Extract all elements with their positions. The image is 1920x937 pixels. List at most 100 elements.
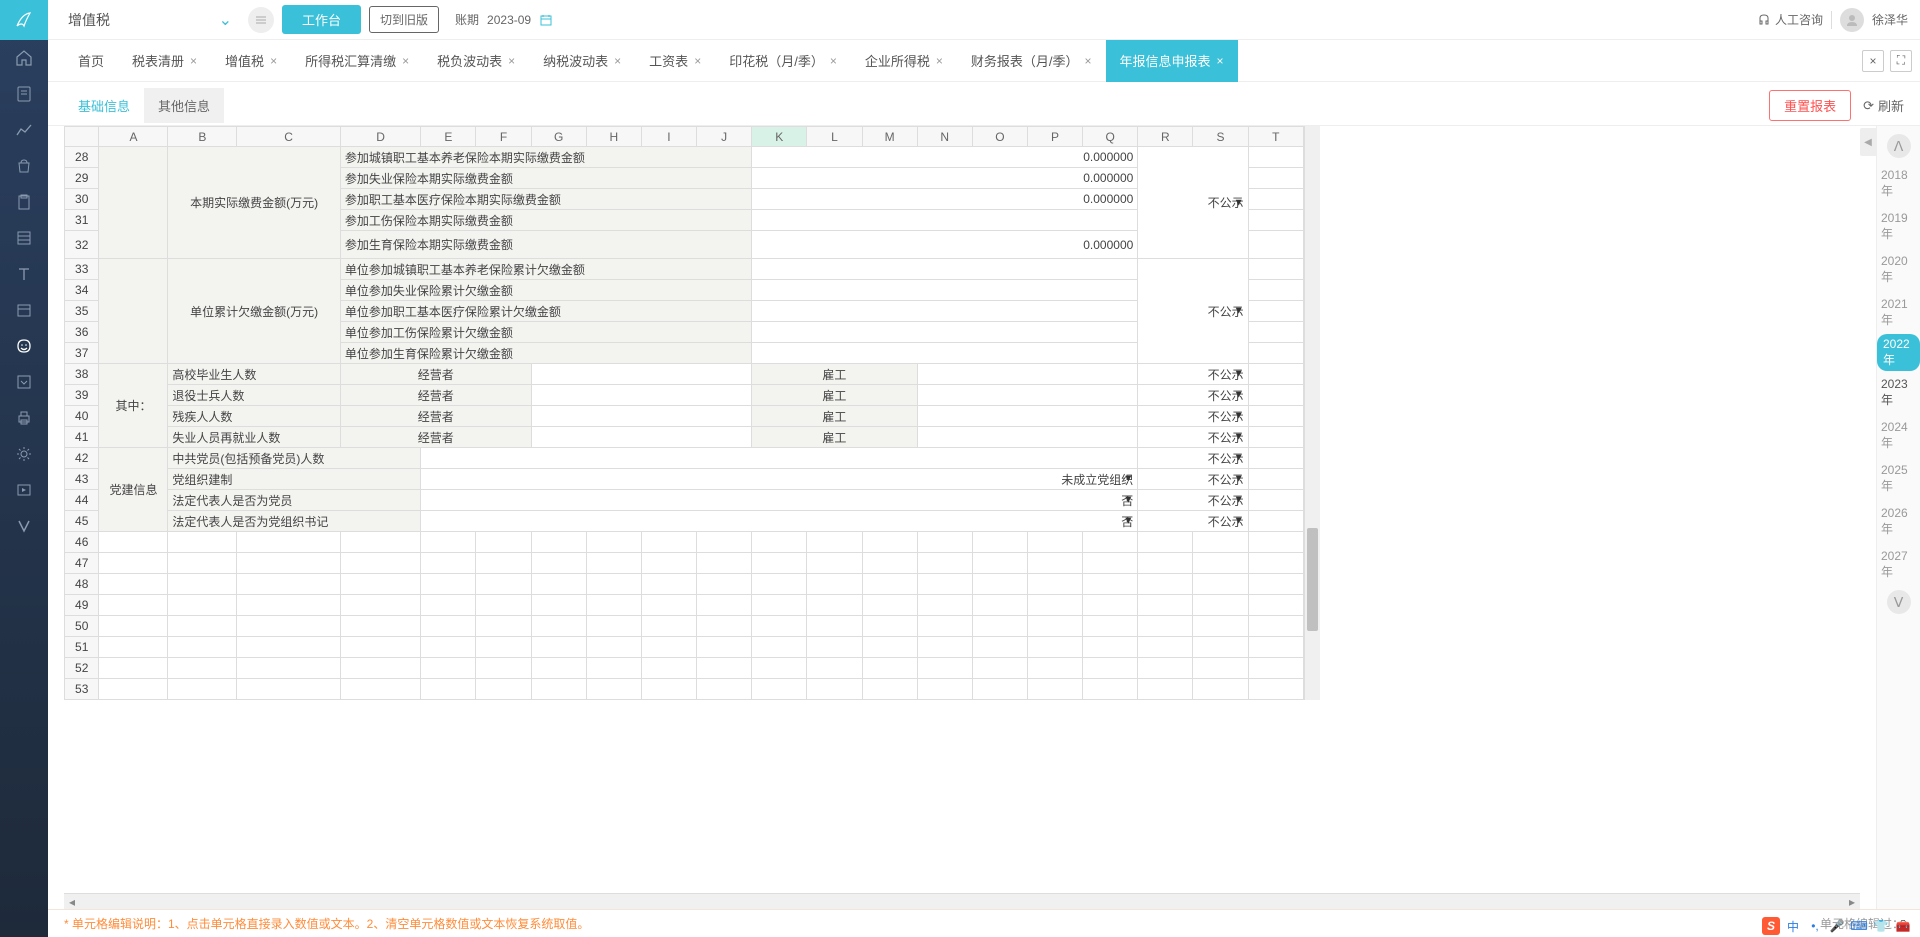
nav-video-icon[interactable] (0, 472, 48, 508)
cell[interactable]: 单位参加生育保险累计欠缴金额 (340, 343, 751, 364)
cell[interactable]: 高校毕业生人数 (168, 364, 340, 385)
cell[interactable]: 单位参加城镇职工基本养老保险累计欠缴金额 (340, 259, 751, 280)
cell[interactable] (531, 406, 752, 427)
cell[interactable] (99, 532, 168, 553)
year-item[interactable]: 2027年 (1877, 543, 1920, 586)
year-item[interactable]: 2025年 (1877, 457, 1920, 500)
col-header[interactable]: S (1193, 127, 1248, 147)
cell[interactable] (531, 364, 752, 385)
expand-button[interactable]: ⛶ (1890, 50, 1912, 72)
row-header[interactable]: 37 (65, 343, 99, 364)
cell[interactable] (1248, 280, 1303, 301)
avatar[interactable] (1840, 8, 1864, 32)
close-all-button[interactable]: × (1862, 50, 1884, 72)
cell[interactable] (476, 532, 531, 553)
cell-dropdown[interactable]: 不公示▼ (1138, 427, 1248, 448)
close-icon[interactable]: × (402, 54, 409, 68)
col-header[interactable]: B (168, 127, 237, 147)
close-icon[interactable]: × (508, 54, 515, 68)
col-header[interactable]: R (1138, 127, 1193, 147)
cell-dropdown[interactable]: 不公示▼ (1138, 448, 1248, 469)
row-header[interactable]: 44 (65, 490, 99, 511)
cell[interactable] (1248, 448, 1303, 469)
horizontal-scrollbar[interactable]: ◂ ▸ (64, 893, 1860, 909)
cell[interactable]: 其中： (99, 364, 168, 448)
year-item[interactable]: 2026年 (1877, 500, 1920, 543)
col-header[interactable]: O (972, 127, 1027, 147)
ime-toolbox-icon[interactable]: 🧰 (1894, 917, 1912, 935)
close-icon[interactable]: × (1217, 54, 1224, 68)
cell[interactable] (1193, 532, 1248, 553)
list-icon-button[interactable] (248, 7, 274, 33)
col-header[interactable]: F (476, 127, 531, 147)
cell[interactable] (1248, 343, 1303, 364)
close-icon[interactable]: × (1085, 54, 1092, 68)
cell[interactable]: 0.000000 (752, 231, 1138, 259)
nav-print-icon[interactable] (0, 400, 48, 436)
cell[interactable] (1248, 532, 1303, 553)
row-header[interactable]: 41 (65, 427, 99, 448)
nav-bag-icon[interactable] (0, 148, 48, 184)
cell[interactable]: 经营者 (340, 406, 531, 427)
col-header[interactable]: C (237, 127, 340, 147)
support-link[interactable]: 人工咨询 (1757, 11, 1823, 28)
row-header[interactable]: 50 (65, 616, 99, 637)
tab-item[interactable]: 税表清册× (118, 40, 211, 82)
nav-v-icon[interactable] (0, 508, 48, 544)
col-header[interactable]: A (99, 127, 168, 147)
ime-mic-icon[interactable]: 🎤 (1828, 917, 1846, 935)
cell[interactable] (1248, 427, 1303, 448)
cell[interactable]: 单位参加失业保险累计欠缴金额 (340, 280, 751, 301)
year-up-button[interactable]: ᐱ (1887, 134, 1911, 158)
cell[interactable] (237, 532, 340, 553)
nav-doc-icon[interactable] (0, 76, 48, 112)
year-item[interactable]: 2019年 (1877, 205, 1920, 248)
close-icon[interactable]: × (270, 54, 277, 68)
row-header[interactable]: 30 (65, 189, 99, 210)
cell[interactable] (862, 532, 917, 553)
col-header[interactable]: D (340, 127, 420, 147)
cell[interactable] (917, 427, 1138, 448)
cell[interactable]: 中共党员(包括预备党员)人数 (168, 448, 421, 469)
col-header[interactable]: J (697, 127, 752, 147)
nav-clipboard-icon[interactable] (0, 184, 48, 220)
cell[interactable]: 失业人员再就业人数 (168, 427, 340, 448)
logo[interactable] (0, 0, 48, 40)
cell[interactable] (1248, 406, 1303, 427)
tab-item[interactable]: 工资表× (635, 40, 715, 82)
subtab-other[interactable]: 其他信息 (144, 88, 224, 123)
nav-calendar-icon[interactable] (0, 292, 48, 328)
cell[interactable] (917, 532, 972, 553)
cell-dropdown[interactable]: 不公示▼ (1138, 490, 1248, 511)
close-icon[interactable]: × (190, 54, 197, 68)
col-header[interactable]: K (752, 127, 807, 147)
scroll-left-icon[interactable]: ◂ (64, 894, 80, 910)
cell[interactable]: 雇工 (752, 427, 917, 448)
tab-item[interactable]: 增值税× (211, 40, 291, 82)
cell[interactable] (752, 322, 1138, 343)
cell[interactable]: 党建信息 (99, 448, 168, 532)
ime-skin-icon[interactable]: 👕 (1872, 917, 1890, 935)
cell[interactable] (917, 385, 1138, 406)
row-header[interactable]: 42 (65, 448, 99, 469)
scrollbar-thumb[interactable] (1307, 528, 1318, 631)
tab-item[interactable]: 财务报表（月/季）× (957, 40, 1106, 82)
cell[interactable] (1248, 490, 1303, 511)
cell[interactable]: 法定代表人是否为党组织书记 (168, 511, 421, 532)
cell-dropdown[interactable]: 未成立党组织▼ (421, 469, 1138, 490)
row-header[interactable]: 52 (65, 658, 99, 679)
tab-item[interactable]: 税负波动表× (423, 40, 529, 82)
cell-dropdown[interactable]: 否▼ (421, 490, 1138, 511)
cell[interactable]: 雇工 (752, 364, 917, 385)
cell[interactable] (531, 385, 752, 406)
row-header[interactable]: 53 (65, 679, 99, 700)
cell[interactable] (697, 532, 752, 553)
cell[interactable] (1248, 231, 1303, 259)
row-header[interactable]: 29 (65, 168, 99, 189)
cell[interactable]: 党组织建制 (168, 469, 421, 490)
tab-item[interactable]: 所得税汇算清缴× (291, 40, 423, 82)
nav-archive-icon[interactable] (0, 364, 48, 400)
nav-text-icon[interactable] (0, 256, 48, 292)
tab-item[interactable]: 纳税波动表× (529, 40, 635, 82)
corner-cell[interactable] (65, 127, 99, 147)
